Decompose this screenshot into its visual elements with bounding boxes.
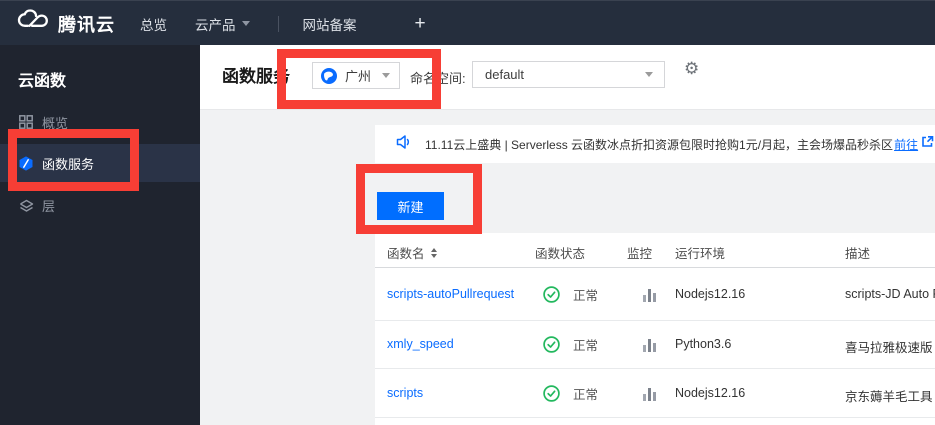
monitor-chart-icon[interactable] [643,288,656,307]
chevron-down-icon [241,21,250,26]
check-circle-icon [543,286,560,303]
description-cell: 京东薅羊毛工具 [845,390,933,404]
banner-link[interactable]: 前往 [894,136,918,153]
runtime-cell: Nodejs12.16 [675,386,746,400]
promo-banner: 11.11云上盛典 | Serverless 云函数冰点折扣资源包限时抢购1元/… [375,125,935,163]
check-circle-icon [543,336,560,353]
layers-icon [18,197,34,213]
column-header-status: 函数状态 [535,247,586,261]
function-table: 函数名 函数状态 监控 运行环境 描述 scripts-autoPullrequ… [375,233,935,425]
banner-text: 11.11云上盛典 | Serverless 云函数冰点折扣资源包限时抢购1元/… [425,137,894,152]
description-cell: scripts-JD Auto P [845,287,935,301]
status-text: 正常 [573,388,599,402]
monitor-chart-icon[interactable] [643,387,656,406]
gear-icon[interactable]: ⚙ [684,59,699,79]
runtime-cell: Nodejs12.16 [675,287,746,301]
chevron-down-icon [382,73,390,78]
brand[interactable]: 腾讯云 [16,1,115,46]
column-header-description: 描述 [845,247,871,261]
chevron-down-icon [645,72,653,77]
nav-cloud-products[interactable]: 云产品 [195,14,250,34]
table-row: xmly_speed 正常 Python3.6 喜马拉雅极速版 [375,321,935,369]
page-title: 函数服务 [222,67,290,86]
region-value: 广州 [345,69,372,84]
add-tab-button[interactable]: + [415,13,426,35]
brand-name: 腾讯云 [58,14,115,35]
namespace-label: 命名空间: [410,71,466,86]
monitor-chart-icon[interactable] [643,338,656,357]
column-header-function-name[interactable]: 函数名 [387,243,437,262]
create-button[interactable]: 新建 [377,192,444,220]
tencent-cloud-logo-icon [16,8,49,39]
column-header-monitor: 监控 [627,247,653,261]
runtime-cell: Python3.6 [675,337,732,351]
topbar: 腾讯云 总览 云产品 网站备案 + [0,0,935,45]
region-selector[interactable]: 广州 [312,62,400,89]
grid-icon [18,114,34,130]
sidebar-item-label: 层 [42,198,56,214]
column-header-runtime: 运行环境 [675,247,726,261]
status-cell: 正常 [543,285,598,304]
hexagon-function-icon [18,155,34,171]
megaphone-icon [396,134,413,155]
sidebar-item-label: 概览 [42,115,69,131]
topnav: 总览 云产品 网站备案 + [140,1,426,46]
sidebar: 云函数 概览 函数服务 层 [0,45,200,425]
namespace-select[interactable]: default [472,61,665,88]
sidebar-item-function-service[interactable]: 函数服务 [0,144,200,182]
table-row: scripts 正常 Nodejs12.16 京东薅羊毛工具 [375,369,935,418]
status-text: 正常 [573,289,599,303]
nav-overview[interactable]: 总览 [140,14,167,34]
page-header: 函数服务 广州 命名空间: default ⚙ [200,45,935,110]
description-cell: 喜马拉雅极速版 [845,341,933,355]
sort-icon[interactable] [430,247,437,258]
nav-website-icp[interactable]: 网站备案 [303,14,357,34]
nav-divider [277,15,279,32]
globe-icon [321,67,337,84]
table-row: scripts-autoPullrequest 正常 Nodejs12.16 s… [375,268,935,321]
table-header: 函数名 函数状态 监控 运行环境 描述 [375,233,935,268]
status-text: 正常 [573,339,599,353]
sidebar-item-overview[interactable]: 概览 [0,103,200,141]
function-name-link[interactable]: scripts [387,386,423,400]
external-link-icon[interactable] [921,135,934,153]
sidebar-title: 云函数 [18,73,67,90]
check-circle-icon [543,385,560,402]
function-name-link[interactable]: xmly_speed [387,337,454,351]
namespace-value: default [485,67,525,82]
sidebar-item-layers[interactable]: 层 [0,186,200,224]
status-cell: 正常 [543,335,598,354]
sidebar-item-label: 函数服务 [42,156,95,172]
status-cell: 正常 [543,384,598,403]
function-name-link[interactable]: scripts-autoPullrequest [387,287,514,301]
